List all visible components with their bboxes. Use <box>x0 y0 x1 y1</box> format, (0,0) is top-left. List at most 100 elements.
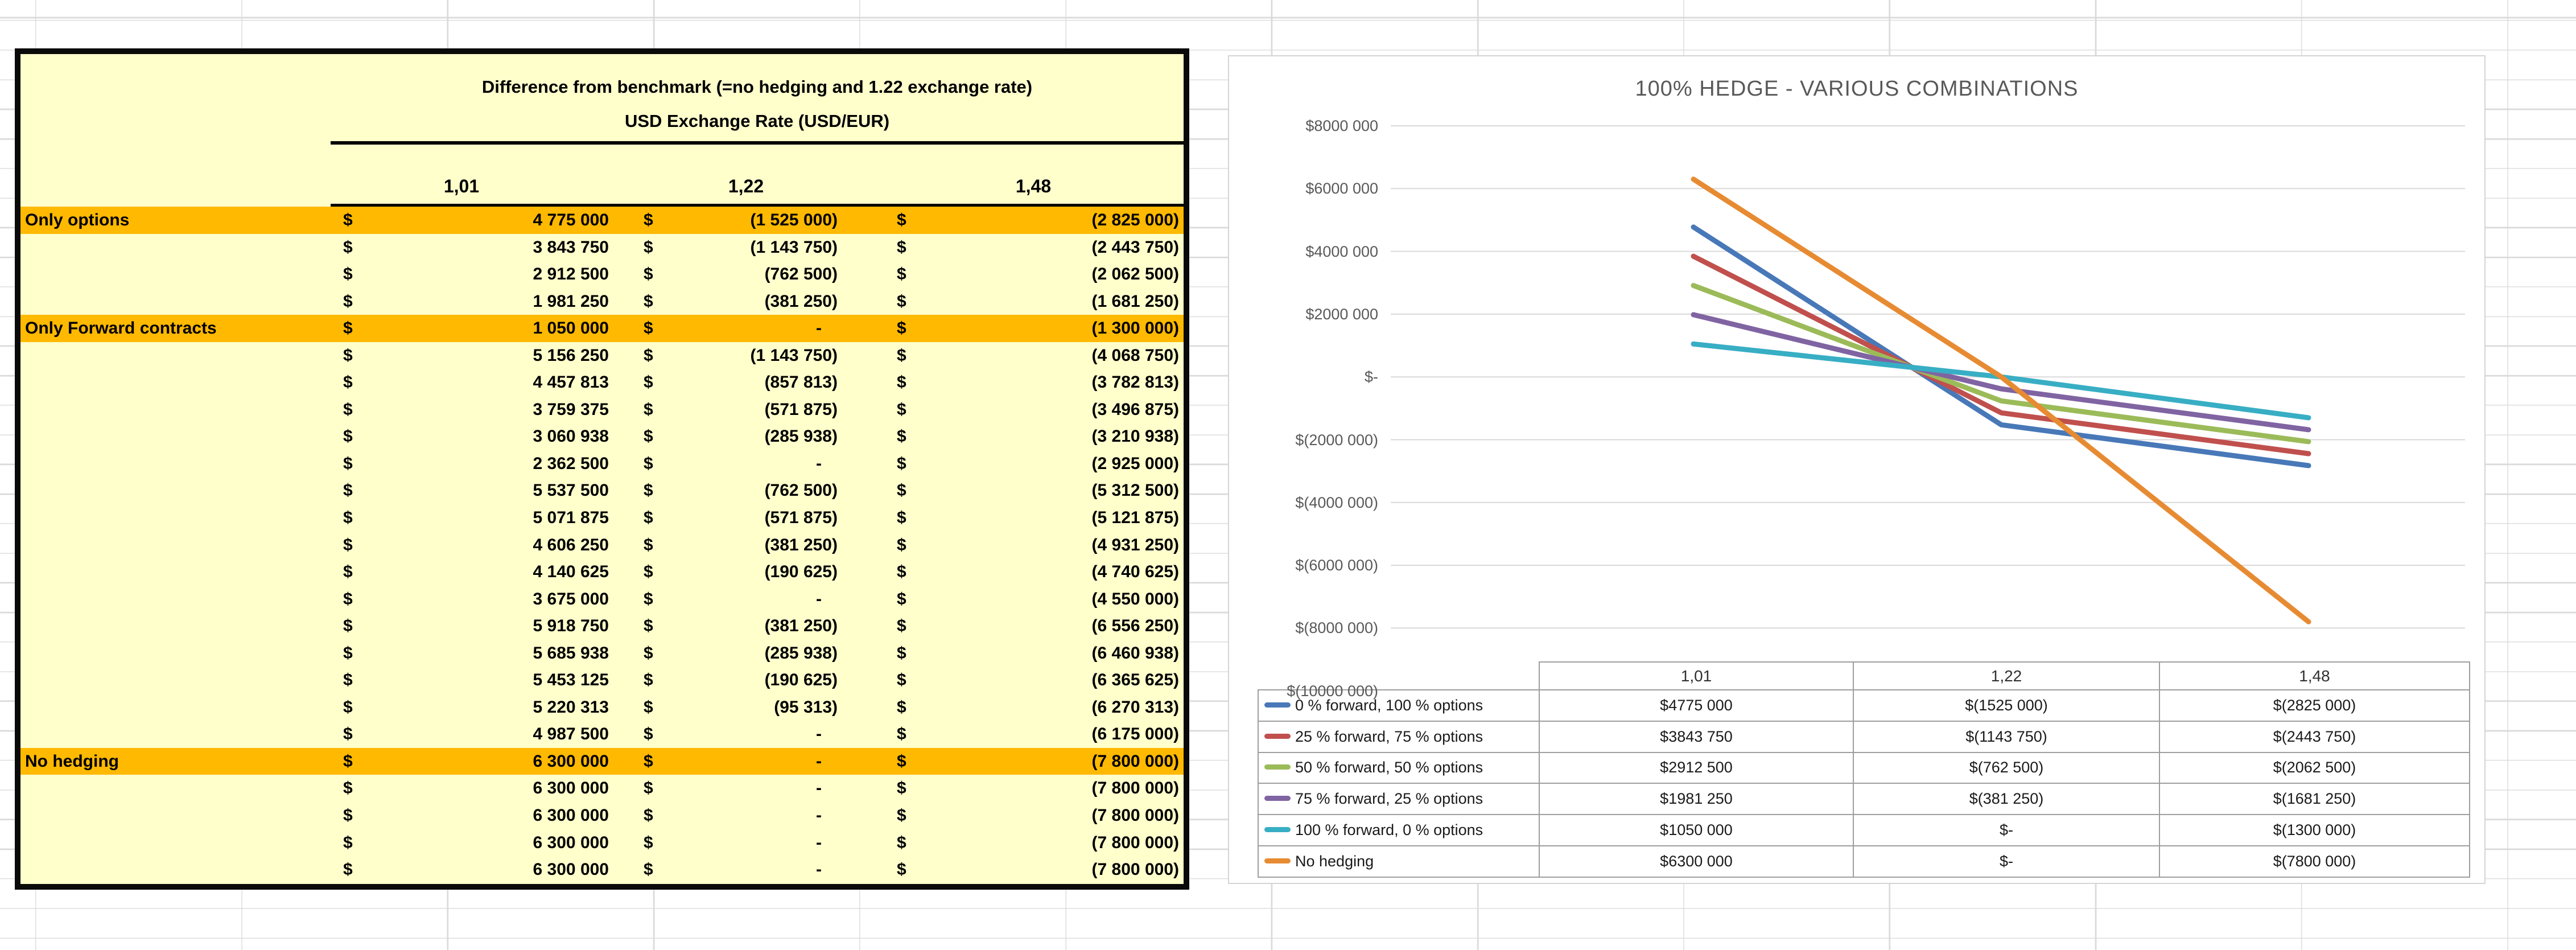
series-value-cell: $(2062 500) <box>2159 751 2470 784</box>
cell-value: (4 550 000) <box>1091 589 1179 608</box>
currency-symbol: $ <box>897 562 906 582</box>
series-name: No hedging <box>1295 852 1374 870</box>
table-row[interactable]: $5 156 250 $ (1 143 750) $ (4 068 750) <box>20 342 1184 369</box>
x-axis-category-label: 1,48 <box>2159 661 2470 690</box>
series-value-cell: $2912 500 <box>1539 751 1854 784</box>
cell-value: 6 300 000 <box>533 833 609 852</box>
currency-symbol: $ <box>897 373 906 392</box>
currency-symbol: $ <box>343 751 353 771</box>
cell-value: 5 220 313 <box>533 697 609 717</box>
table-title: Difference from benchmark (=no hedging a… <box>481 77 1033 97</box>
table-row[interactable]: $5 685 938 $ (285 938) $ (6 460 938) <box>20 640 1184 667</box>
cell-value: (6 175 000) <box>1091 725 1179 744</box>
hedge-chart[interactable]: 100% HEDGE - VARIOUS COMBINATIONS $8000 … <box>1228 55 2486 884</box>
series-name-cell: 75 % forward, 25 % options <box>1258 783 1540 816</box>
series-name-cell: 100 % forward, 0 % options <box>1258 814 1540 846</box>
currency-symbol: $ <box>644 319 653 338</box>
table-row[interactable]: $5 537 500 $ (762 500) $ (5 312 500) <box>20 477 1184 504</box>
currency-symbol: $ <box>897 697 906 717</box>
currency-symbol: $ <box>644 481 653 500</box>
row-label: No hedging <box>25 751 119 771</box>
cell-value: (7 800 000) <box>1091 833 1179 852</box>
table-row[interactable]: $3 843 750 $ (1 143 750) $ (2 443 750) <box>20 234 1184 261</box>
table-row[interactable]: $3 675 000 $ - $ (4 550 000) <box>20 586 1184 613</box>
cell-value: (2 062 500) <box>1091 265 1179 284</box>
series-value-cell: $(762 500) <box>1853 751 2160 784</box>
table-row[interactable]: $5 918 750 $ (381 250) $ (6 556 250) <box>20 612 1184 640</box>
currency-symbol: $ <box>343 616 353 636</box>
table-row[interactable]: $5 071 875 $ (571 875) $ (5 121 875) <box>20 504 1184 532</box>
table-row[interactable]: $6 300 000 $ - $ (7 800 000) <box>20 829 1184 857</box>
series-name-cell: 50 % forward, 50 % options <box>1258 751 1540 784</box>
table-row[interactable]: $4 457 813 $ (857 813) $ (3 782 813) <box>20 369 1184 396</box>
cell-value: 4 987 500 <box>533 725 609 744</box>
table-row[interactable]: $4 987 500 $ - $ (6 175 000) <box>20 721 1184 748</box>
cell-value: 1 050 000 <box>533 319 609 338</box>
cell-value: - <box>816 725 822 744</box>
currency-symbol: $ <box>644 779 653 798</box>
cell-value: (762 500) <box>764 481 838 500</box>
cell-value: (1 300 000) <box>1091 319 1179 338</box>
table-row[interactable]: $6 300 000 $ - $ (7 800 000) <box>20 856 1184 883</box>
cell-value: (381 250) <box>764 291 838 311</box>
currency-symbol: $ <box>897 860 906 879</box>
series-value-cell: $3843 750 <box>1539 720 1854 753</box>
table-row[interactable]: $1 981 250 $ (381 250) $ (1 681 250) <box>20 288 1184 315</box>
table-row[interactable]: $5 453 125 $ (190 625) $ (6 365 625) <box>20 667 1184 694</box>
cell-value: - <box>816 860 822 879</box>
cell-value: (762 500) <box>764 265 838 284</box>
exchange-rate-header: 1,48 <box>1015 176 1052 196</box>
cell-value: 4 457 813 <box>533 373 609 392</box>
cell-value: 3 843 750 <box>533 237 609 257</box>
currency-symbol: $ <box>897 237 906 257</box>
cell-value: - <box>816 319 822 338</box>
table-row[interactable]: $6 300 000 $ - $ (7 800 000) <box>20 802 1184 829</box>
currency-symbol: $ <box>644 427 653 446</box>
series-name-cell: No hedging <box>1258 845 1540 878</box>
cell-value: (1 525 000) <box>750 211 838 229</box>
cell-value: (5 121 875) <box>1091 508 1179 528</box>
cell-value: (4 931 250) <box>1091 535 1179 554</box>
legend-swatch <box>1264 796 1291 801</box>
cell-value: (190 625) <box>764 562 838 582</box>
cell-value: (6 556 250) <box>1091 616 1179 636</box>
cell-value: (6 460 938) <box>1091 643 1179 663</box>
table-row[interactable]: $2 912 500 $ (762 500) $ (2 062 500) <box>20 261 1184 288</box>
legend-swatch <box>1264 733 1291 739</box>
table-row[interactable]: $6 300 000 $ - $ (7 800 000) <box>20 775 1184 802</box>
cell-value: (5 312 500) <box>1091 481 1179 500</box>
cell-value: (95 313) <box>774 697 838 717</box>
exchange-rate-header: 1,22 <box>728 176 764 196</box>
currency-symbol: $ <box>897 481 906 500</box>
table-row[interactable]: No hedging $6 300 000 $ - $ (7 800 000) <box>20 747 1184 775</box>
legend-swatch <box>1264 702 1291 708</box>
cell-value: (857 813) <box>764 373 838 392</box>
currency-symbol: $ <box>644 291 653 311</box>
series-value-cell: $(1525 000) <box>1853 689 2160 722</box>
table-row[interactable]: $4 140 625 $ (190 625) $ (4 740 625) <box>20 558 1184 586</box>
cell-value: (7 800 000) <box>1091 806 1179 825</box>
table-row[interactable]: $5 220 313 $ (95 313) $ (6 270 313) <box>20 694 1184 721</box>
table-row[interactable]: Only options $4 775 000 $ (1 525 000) $ (2 82… <box>20 207 1184 234</box>
legend-swatch <box>1264 826 1291 832</box>
currency-symbol: $ <box>343 508 353 528</box>
cell-value: 2 912 500 <box>533 265 609 284</box>
table-row[interactable]: Only Forward contracts $1 050 000 $ - $ (1 30… <box>20 315 1184 342</box>
currency-symbol: $ <box>897 725 906 744</box>
currency-symbol: $ <box>343 806 353 825</box>
currency-symbol: $ <box>343 400 353 419</box>
currency-symbol: $ <box>343 373 353 392</box>
currency-symbol: $ <box>644 508 653 528</box>
table-row[interactable]: $2 362 500 $ - $ (2 925 000) <box>20 450 1184 478</box>
cell-value: (1 143 750) <box>750 346 838 365</box>
data-table-corner-cell <box>1258 662 1539 690</box>
table-row[interactable]: $3 060 938 $ (285 938) $ (3 210 938) <box>20 423 1184 450</box>
currency-symbol: $ <box>343 860 353 879</box>
currency-symbol: $ <box>644 211 653 229</box>
cell-value: (1 143 750) <box>750 237 838 257</box>
cell-value: (7 800 000) <box>1091 751 1179 771</box>
cell-value: (2 443 750) <box>1091 237 1179 257</box>
table-row[interactable]: $3 759 375 $ (571 875) $ (3 496 875) <box>20 396 1184 423</box>
table-row[interactable]: $4 606 250 $ (381 250) $ (4 931 250) <box>20 532 1184 559</box>
cell-value: (4 068 750) <box>1091 346 1179 365</box>
